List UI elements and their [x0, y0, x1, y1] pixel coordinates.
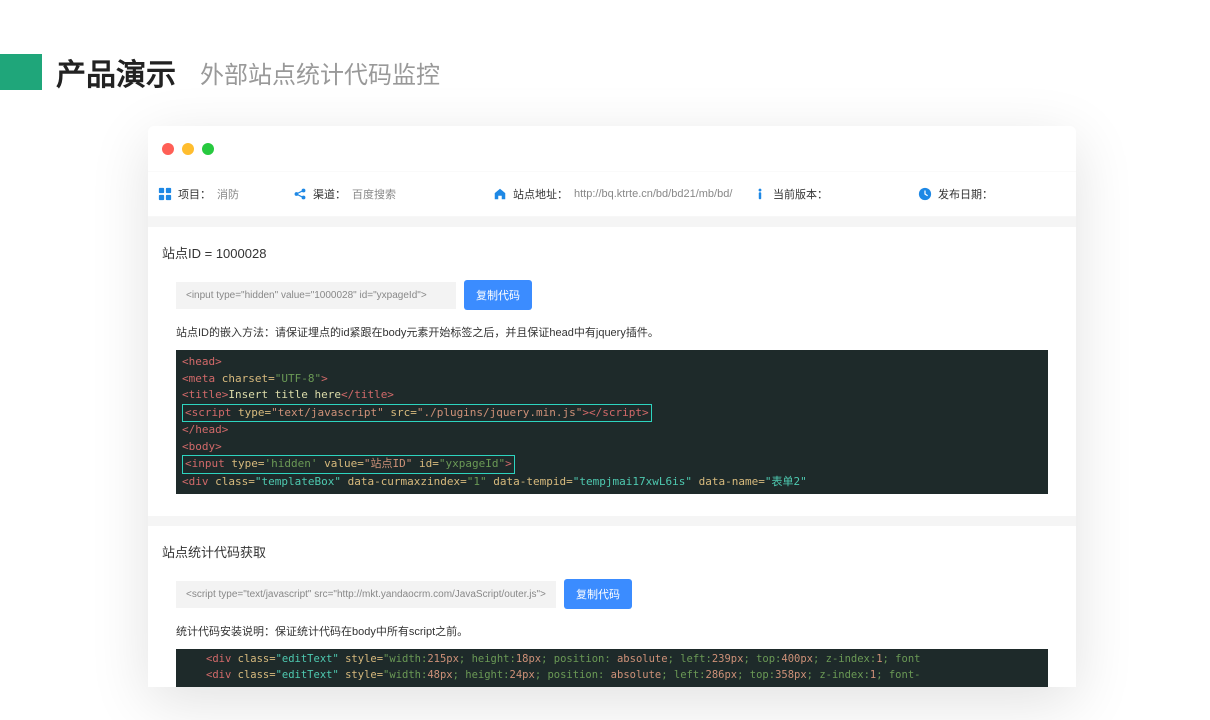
site-label: 站点地址： — [513, 186, 568, 202]
code-row-2: 复制代码 — [176, 579, 1048, 609]
section-title-2: 站点统计代码获取 — [162, 542, 1062, 561]
channel-value: 百度搜索 — [352, 186, 396, 202]
channel-label: 渠道： — [313, 186, 346, 202]
info-channel: 渠道： 百度搜索 — [293, 186, 493, 202]
info-date: 发布日期： — [918, 186, 1066, 202]
info-bar: 项目： 消防 渠道： 百度搜索 站点地址： http://bq.ktrte.cn… — [148, 172, 1076, 217]
page-subtitle: 外部站点统计代码监控 — [200, 55, 440, 90]
code-row-1: 复制代码 — [176, 280, 1048, 310]
share-icon — [293, 187, 307, 201]
code-sample-2: <div class="editText" style="width:215px… — [176, 649, 1048, 687]
site-id-input[interactable] — [176, 282, 456, 309]
info-site: 站点地址： http://bq.ktrte.cn/bd/bd21/mb/bd/ — [493, 186, 753, 202]
browser-window: 项目： 消防 渠道： 百度搜索 站点地址： http://bq.ktrte.cn… — [148, 126, 1076, 687]
info-project: 项目： 消防 — [158, 186, 293, 202]
project-label: 项目： — [178, 186, 211, 202]
version-label: 当前版本： — [773, 186, 828, 202]
grid-icon — [158, 187, 172, 201]
date-label: 发布日期： — [938, 186, 993, 202]
minimize-icon[interactable] — [182, 143, 194, 155]
copy-button-2[interactable]: 复制代码 — [564, 579, 632, 609]
section-stat-code: 站点统计代码获取 复制代码 统计代码安装说明：保证统计代码在body中所有scr… — [148, 526, 1076, 687]
home-icon — [493, 187, 507, 201]
page-title: 产品演示 — [56, 50, 176, 94]
window-titlebar — [148, 126, 1076, 172]
section-title-1: 站点ID = 1000028 — [162, 243, 1062, 262]
accent-block — [0, 54, 42, 90]
section-desc-1: 站点ID的嵌入方法：请保证埋点的id紧跟在body元素开始标签之后，并且保证he… — [176, 324, 1048, 340]
section-desc-2: 统计代码安装说明：保证统计代码在body中所有script之前。 — [176, 623, 1048, 639]
code-sample-1: <head> <meta charset="UTF-8"> <title>Ins… — [176, 350, 1048, 494]
divider — [148, 217, 1076, 227]
clock-icon — [918, 187, 932, 201]
copy-button-1[interactable]: 复制代码 — [464, 280, 532, 310]
info-version: 当前版本： — [753, 186, 918, 202]
stat-code-input[interactable] — [176, 581, 556, 608]
maximize-icon[interactable] — [202, 143, 214, 155]
section-site-id: 站点ID = 1000028 复制代码 站点ID的嵌入方法：请保证埋点的id紧跟… — [148, 227, 1076, 516]
project-value: 消防 — [217, 186, 239, 202]
close-icon[interactable] — [162, 143, 174, 155]
divider — [148, 516, 1076, 526]
site-value: http://bq.ktrte.cn/bd/bd21/mb/bd/ — [574, 188, 732, 200]
info-icon — [753, 187, 767, 201]
page-header: 产品演示 外部站点统计代码监控 — [0, 0, 1210, 114]
